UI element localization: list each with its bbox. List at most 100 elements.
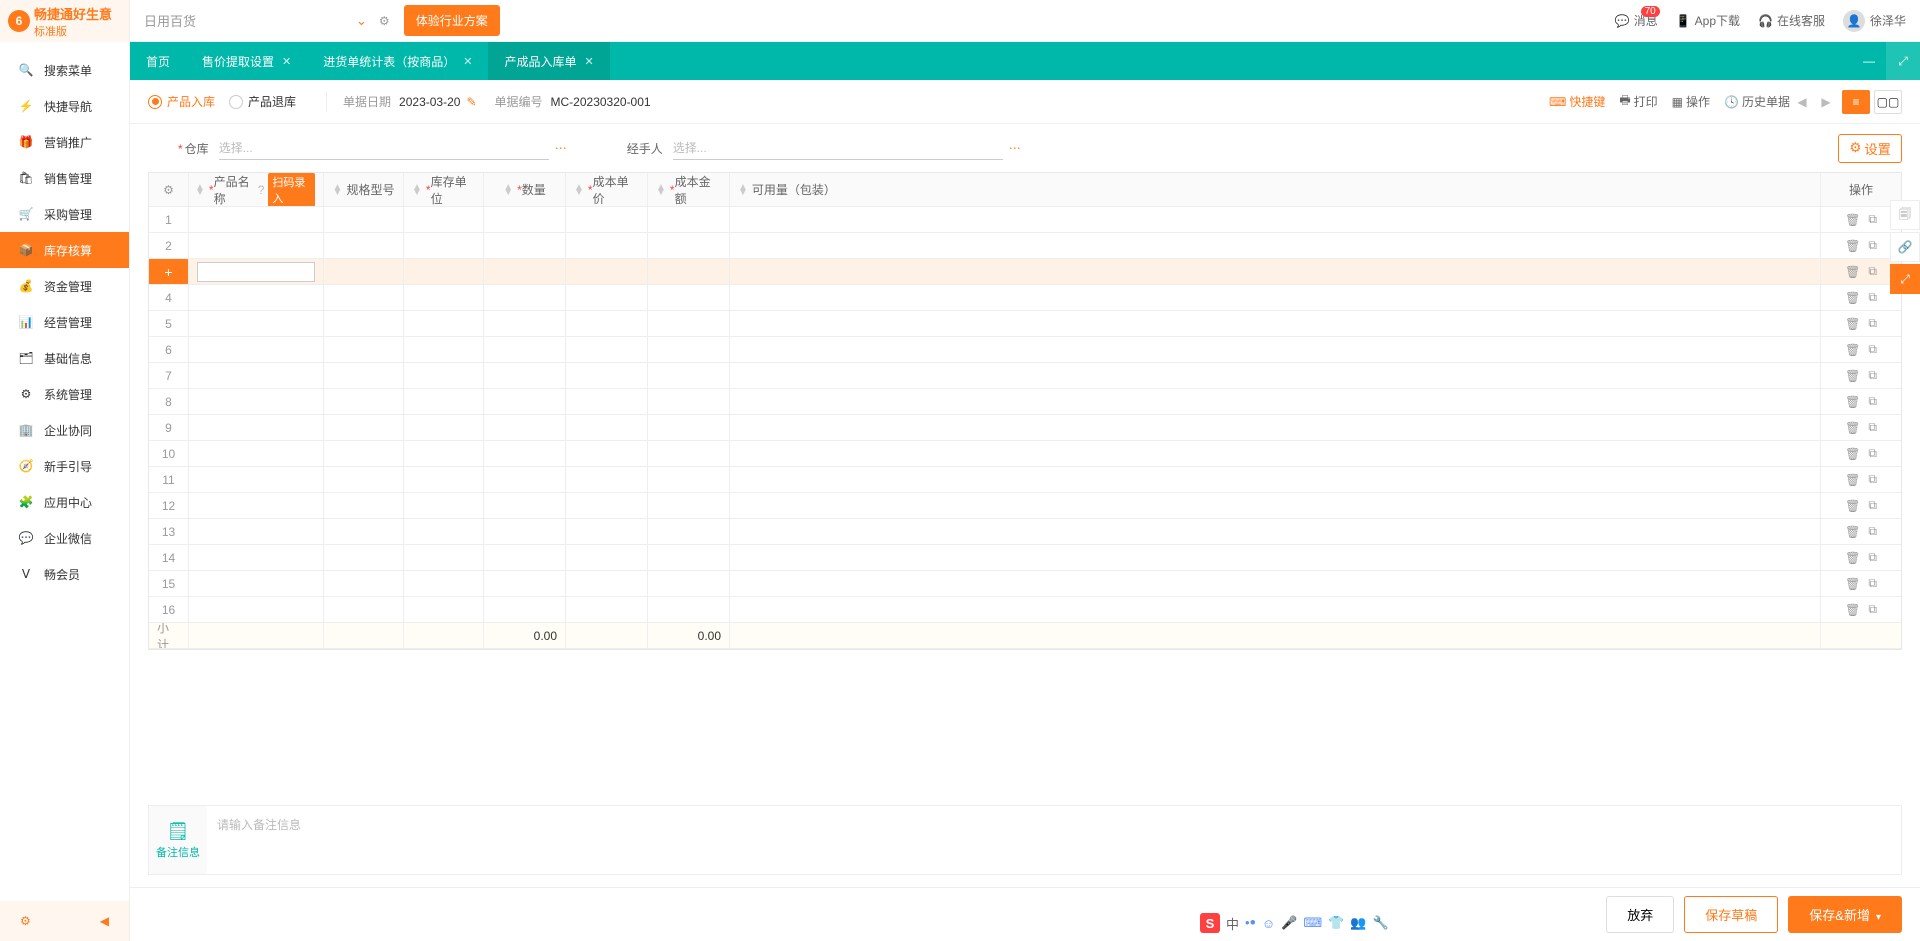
table-row[interactable]: 11🗑⧉ <box>149 467 1901 493</box>
tab-2[interactable]: 进货单统计表（按商品）✕ <box>307 42 488 80</box>
scan-entry-button[interactable]: 扫码录入 <box>268 173 315 206</box>
shop-settings-icon[interactable]: ⚙ <box>379 14 390 28</box>
gear-icon[interactable]: ⚙ <box>163 183 174 197</box>
sidebar-item-3[interactable]: 🛍销售管理 <box>0 160 129 196</box>
remark-tab[interactable]: 🗒 备注信息 <box>149 806 207 874</box>
copy-row-icon[interactable]: ⧉ <box>1868 498 1877 513</box>
remark-input[interactable] <box>207 806 1901 874</box>
sidebar-item-6[interactable]: 💰资金管理 <box>0 268 129 304</box>
save-new-button[interactable]: 保存&新增▾ <box>1788 896 1902 933</box>
tab-expand[interactable]: ⤢ <box>1886 42 1920 80</box>
table-row[interactable]: 7🗑⧉ <box>149 363 1901 389</box>
delete-row-icon[interactable]: 🗑 <box>1845 603 1860 617</box>
table-row[interactable]: 6🗑⧉ <box>149 337 1901 363</box>
copy-row-icon[interactable]: ⧉ <box>1868 472 1877 487</box>
sidebar-item-7[interactable]: 📊经营管理 <box>0 304 129 340</box>
delete-row-icon[interactable]: 🗑 <box>1845 213 1860 227</box>
copy-row-icon[interactable]: ⧉ <box>1868 576 1877 591</box>
table-row[interactable]: 12🗑⧉ <box>149 493 1901 519</box>
copy-row-icon[interactable]: ⧉ <box>1868 264 1877 279</box>
delete-row-icon[interactable]: 🗑 <box>1845 525 1860 539</box>
delete-row-icon[interactable]: 🗑 <box>1845 421 1860 435</box>
table-row[interactable]: 10🗑⧉ <box>149 441 1901 467</box>
history-link[interactable]: 🕓历史单据 <box>1724 93 1790 110</box>
shop-selector[interactable]: 日用百货 ⌄ <box>144 11 367 30</box>
sidebar-item-10[interactable]: 🏢企业协同 <box>0 412 129 448</box>
sort-icon[interactable]: ▲▼ <box>412 185 422 195</box>
sidebar-item-5[interactable]: 📦库存核算 <box>0 232 129 268</box>
rail-note-icon[interactable]: 🗐 <box>1890 200 1920 230</box>
copy-row-icon[interactable]: ⧉ <box>1868 316 1877 331</box>
sidebar-item-0[interactable]: 🔍搜索菜单 <box>0 52 129 88</box>
delete-row-icon[interactable]: 🗑 <box>1845 291 1860 305</box>
operate-link[interactable]: ▦操作 <box>1672 93 1710 110</box>
copy-row-icon[interactable]: ⧉ <box>1868 368 1877 383</box>
copy-row-icon[interactable]: ⧉ <box>1868 394 1877 409</box>
sidebar-item-11[interactable]: 🧭新手引导 <box>0 448 129 484</box>
copy-row-icon[interactable]: ⧉ <box>1868 524 1877 539</box>
delete-row-icon[interactable]: 🗑 <box>1845 499 1860 513</box>
save-draft-button[interactable]: 保存草稿 <box>1684 896 1778 933</box>
sidebar-item-14[interactable]: Ⅴ畅会员 <box>0 556 129 592</box>
sort-icon[interactable]: ▲▼ <box>738 185 748 195</box>
table-row[interactable]: 16🗑⧉ <box>149 597 1901 623</box>
sort-icon[interactable]: ▲▼ <box>503 185 513 195</box>
brand-logo[interactable]: 6 畅捷通好生意 标准版 <box>0 0 129 42</box>
delete-row-icon[interactable]: 🗑 <box>1845 395 1860 409</box>
shortcut-link[interactable]: ⌨快捷键 <box>1549 93 1605 110</box>
table-row[interactable]: 9🗑⧉ <box>149 415 1901 441</box>
sort-icon[interactable]: ▲▼ <box>333 185 343 195</box>
copy-row-icon[interactable]: ⧉ <box>1868 238 1877 253</box>
table-row[interactable]: 1🗑⧉ <box>149 207 1901 233</box>
copy-row-icon[interactable]: ⧉ <box>1868 550 1877 565</box>
trial-button[interactable]: 体验行业方案 <box>404 5 500 36</box>
product-name-input[interactable] <box>197 262 315 282</box>
sidebar-item-8[interactable]: 🗂基础信息 <box>0 340 129 376</box>
settings-button[interactable]: ⚙设置 <box>1838 134 1902 163</box>
table-row[interactable]: 15🗑⧉ <box>149 571 1901 597</box>
delete-row-icon[interactable]: 🗑 <box>1845 265 1860 279</box>
collapse-icon[interactable]: ◀ <box>100 914 109 928</box>
rail-link-icon[interactable]: 🔗 <box>1890 232 1920 262</box>
table-row[interactable]: 14🗑⧉ <box>149 545 1901 571</box>
delete-row-icon[interactable]: 🗑 <box>1845 577 1860 591</box>
messages-link[interactable]: 💬 消息 70 <box>1615 12 1658 29</box>
view-card-button[interactable]: ▢▢ <box>1874 90 1902 114</box>
online-service-link[interactable]: 🎧 在线客服 <box>1758 12 1825 29</box>
delete-row-icon[interactable]: 🗑 <box>1845 447 1860 461</box>
close-icon[interactable]: ✕ <box>282 55 291 68</box>
view-list-button[interactable]: ≡ <box>1842 90 1870 114</box>
copy-row-icon[interactable]: ⧉ <box>1868 290 1877 305</box>
delete-row-icon[interactable]: 🗑 <box>1845 551 1860 565</box>
sort-icon[interactable]: ▲▼ <box>574 185 584 195</box>
delete-row-icon[interactable]: 🗑 <box>1845 239 1860 253</box>
sidebar-item-13[interactable]: 💬企业微信 <box>0 520 129 556</box>
sidebar-item-12[interactable]: 🧩应用中心 <box>0 484 129 520</box>
tab-1[interactable]: 售价提取设置✕ <box>186 42 307 80</box>
next-doc-icon[interactable]: ▶ <box>1814 95 1838 109</box>
close-icon[interactable]: ✕ <box>585 55 594 68</box>
table-row[interactable]: 4🗑⧉ <box>149 285 1901 311</box>
delete-row-icon[interactable]: 🗑 <box>1845 473 1860 487</box>
handler-input[interactable] <box>673 137 1003 160</box>
sort-icon[interactable]: ▲▼ <box>656 185 666 195</box>
tab-3[interactable]: 产成品入库单✕ <box>488 42 609 80</box>
handler-more-icon[interactable]: ⋯ <box>1009 141 1021 155</box>
copy-row-icon[interactable]: ⧉ <box>1868 212 1877 227</box>
table-row[interactable]: 2🗑⧉ <box>149 233 1901 259</box>
warehouse-more-icon[interactable]: ⋯ <box>555 141 567 155</box>
radio-product-in[interactable]: 产品入库 <box>148 93 215 110</box>
add-row-icon[interactable]: + <box>160 263 178 281</box>
help-icon[interactable]: ? <box>258 183 265 197</box>
sidebar-item-2[interactable]: 🎁营销推广 <box>0 124 129 160</box>
copy-row-icon[interactable]: ⧉ <box>1868 446 1877 461</box>
radio-product-out[interactable]: 产品退库 <box>229 93 296 110</box>
copy-row-icon[interactable]: ⧉ <box>1868 342 1877 357</box>
sidebar-item-9[interactable]: ⚙系统管理 <box>0 376 129 412</box>
copy-row-icon[interactable]: ⧉ <box>1868 420 1877 435</box>
ime-bar[interactable]: S 中 •ꔷ ☺ 🎤 ⌨ 👕 👥 🔧 <box>1200 913 1389 933</box>
warehouse-input[interactable] <box>219 137 549 160</box>
table-row[interactable]: 5🗑⧉ <box>149 311 1901 337</box>
close-icon[interactable]: ✕ <box>463 55 472 68</box>
print-link[interactable]: 🖶打印 <box>1619 91 1657 112</box>
